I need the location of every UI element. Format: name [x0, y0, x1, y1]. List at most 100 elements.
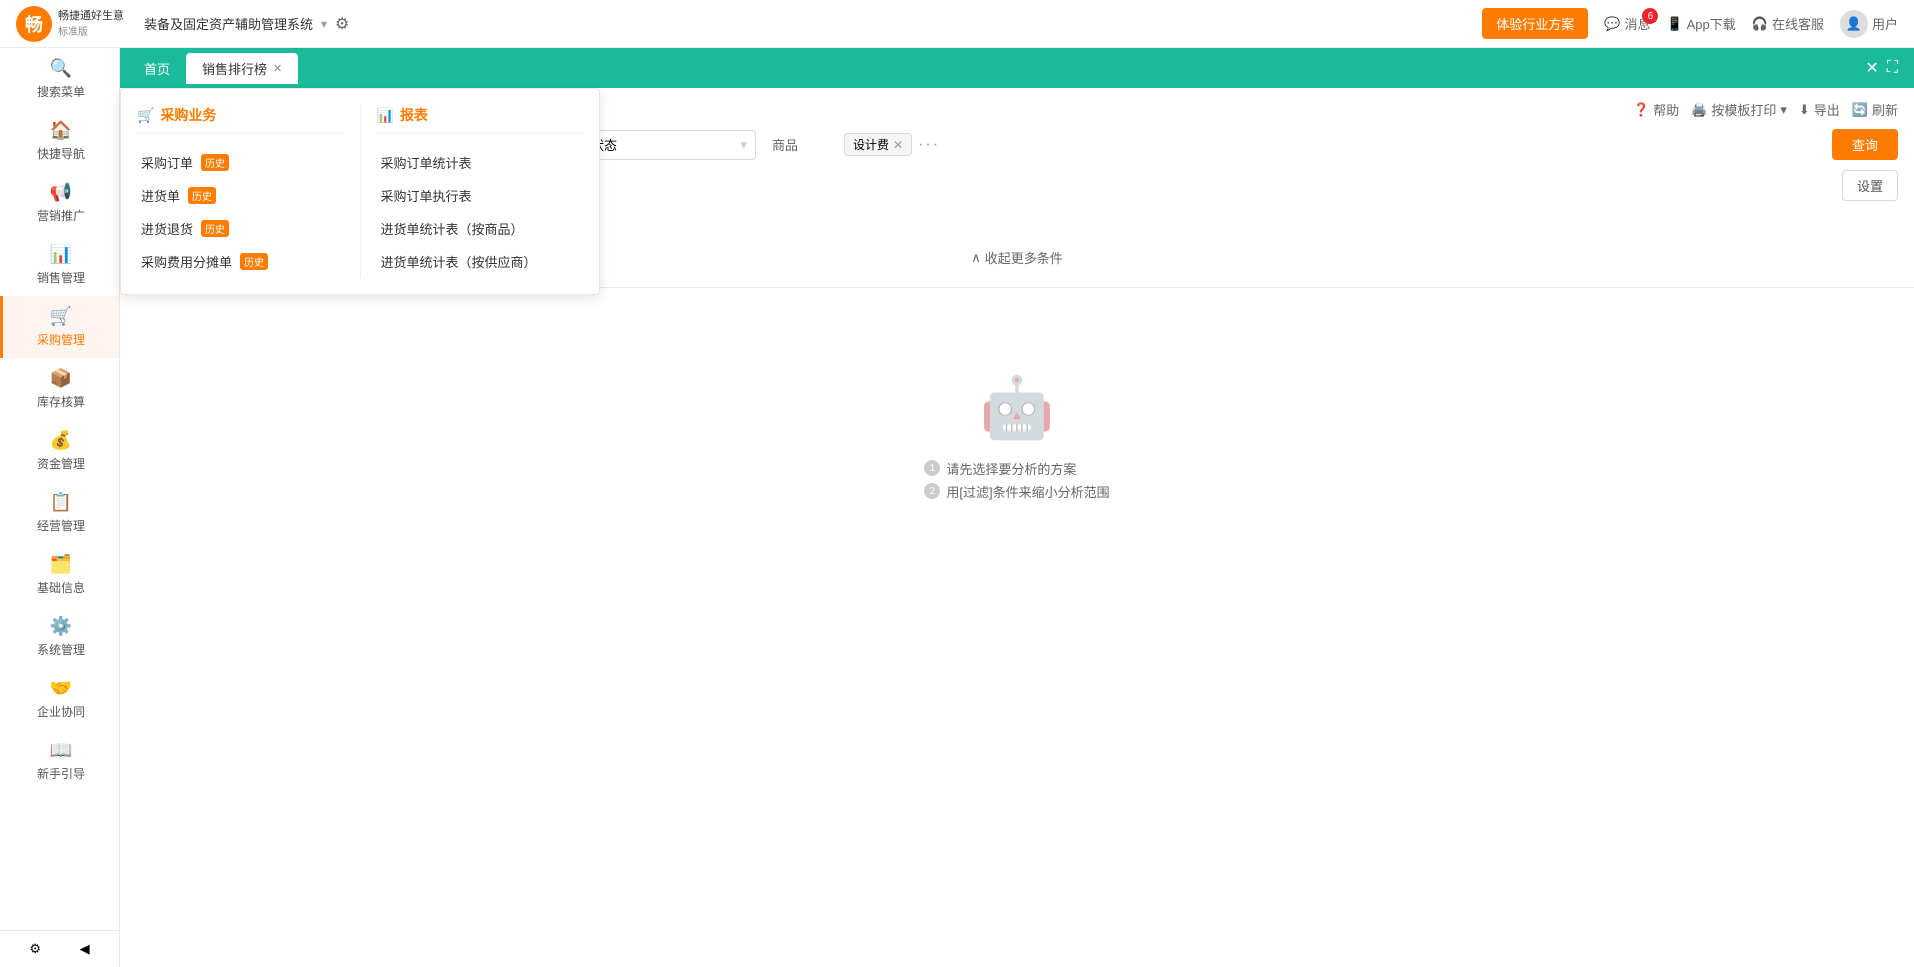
report-section: 📊 报表 采购订单统计表 采购订单执行表 进货单统计表（按商品） 进货单统计表（… [377, 105, 584, 278]
purchase-section-title: 🛒 采购业务 [137, 105, 344, 134]
system-settings-icon[interactable]: ⚙ [335, 14, 349, 34]
phone-icon: 📱 [1666, 16, 1682, 32]
app-download-label: App下载 [1687, 14, 1736, 33]
report-section-icon: 📊 [377, 107, 394, 124]
tab-sales-rank-label: 销售排行榜 [202, 59, 267, 78]
purchase-section-label: 采购业务 [160, 105, 216, 125]
expense-label: 采购费用分摊单 [141, 252, 232, 271]
sidebar-item-finance[interactable]: 💰 资金管理 [0, 420, 119, 482]
tab-sales-rank[interactable]: 销售排行榜 ✕ [186, 53, 298, 84]
topbar-system: 装备及固定资产辅助管理系统 ▾ ⚙ [144, 14, 1482, 34]
dropdown-item-order-exec[interactable]: 采购订单执行表 [377, 179, 584, 212]
sidebar-label-system: 系统管理 [37, 641, 85, 658]
purchase-section-icon: 🛒 [137, 107, 154, 124]
sidebar-item-quick-nav[interactable]: 🏠 快捷导航 [0, 110, 119, 172]
tab-close-icon[interactable]: ✕ [273, 62, 282, 75]
system-name: 装备及固定资产辅助管理系统 [144, 14, 313, 33]
sidebar-item-inventory[interactable]: 📦 库存核算 [0, 358, 119, 420]
sidebar-label-guide: 新手引导 [37, 765, 85, 782]
sidebar-label-quick-nav: 快捷导航 [37, 145, 85, 162]
logo-text-line2: 标准版 [58, 23, 124, 38]
goods-more-btn[interactable]: ··· [918, 136, 940, 154]
user-menu[interactable]: 👤 用户 [1840, 10, 1898, 38]
sidebar-item-search[interactable]: 🔍 搜索菜单 [0, 48, 119, 110]
topbar-actions: 体验行业方案 💬 消息 6 📱 App下载 🎧 在线客服 👤 用户 [1482, 8, 1898, 39]
help-label: 帮助 [1653, 100, 1679, 119]
export-icon: ⬇ [1799, 102, 1810, 118]
empty-illustration: 🤖 [980, 372, 1055, 443]
sidebar-label-sales: 销售管理 [37, 269, 85, 286]
app-download-button[interactable]: 📱 App下载 [1666, 14, 1735, 33]
tip-text-1: 请先选择要分析的方案 [946, 459, 1076, 478]
order-exec-label: 采购订单执行表 [381, 186, 472, 205]
purchase-dropdown-menu: 🛒 采购业务 采购订单 历史 进货单 历史 进货退货 历史 采购费用分摊单 历史… [120, 88, 600, 295]
dropdown-item-order-stats[interactable]: 采购订单统计表 [377, 146, 584, 179]
tip-num-1: 1 [924, 460, 940, 476]
refresh-button[interactable]: 🔄 刷新 [1852, 100, 1898, 119]
purchase-icon: 🛒 [50, 306, 72, 327]
sidebar-label-inventory: 库存核算 [37, 393, 85, 410]
inbound-by-goods-label: 进货单统计表（按商品） [381, 219, 524, 238]
sidebar-label-purchase: 采购管理 [37, 331, 85, 348]
purchase-section: 🛒 采购业务 采购订单 历史 进货单 历史 进货退货 历史 采购费用分摊单 历史 [137, 105, 344, 278]
sidebar-label-base-info: 基础信息 [37, 579, 85, 596]
sidebar-label-enterprise: 企业协同 [37, 703, 85, 720]
system-icon: ⚙️ [50, 616, 72, 637]
refresh-label: 刷新 [1872, 100, 1898, 119]
sidebar-item-purchase[interactable]: 🛒 采购管理 [0, 296, 119, 358]
tab-maximize-icon[interactable]: ⛶ [1887, 59, 1898, 77]
message-badge: 6 [1642, 8, 1658, 24]
order-stats-label: 采购订单统计表 [381, 153, 472, 172]
dropdown-item-expense[interactable]: 采购费用分摊单 历史 [137, 245, 344, 278]
tab-home[interactable]: 首页 [128, 53, 186, 84]
tab-close-window-icon[interactable]: ✕ [1865, 58, 1878, 78]
query-button[interactable]: 查询 [1832, 129, 1898, 160]
online-service-button[interactable]: 🎧 在线客服 [1752, 14, 1824, 33]
sidebar-item-system[interactable]: ⚙️ 系统管理 [0, 606, 119, 668]
inbound-by-supplier-label: 进货单统计表（按供应商） [381, 252, 537, 271]
sidebar-bottom: ⚙ ◀ [0, 930, 119, 967]
report-section-title: 📊 报表 [377, 105, 584, 134]
inbound-label: 进货单 [141, 186, 180, 205]
sidebar-item-operations[interactable]: 📋 经营管理 [0, 482, 119, 544]
sidebar-item-enterprise[interactable]: 🤝 企业协同 [0, 668, 119, 730]
print-button[interactable]: 🖨️ 按模板打印 ▾ [1691, 100, 1787, 119]
setting-button[interactable]: 设置 [1842, 170, 1898, 201]
dropdown-item-purchase-order[interactable]: 采购订单 历史 [137, 146, 344, 179]
inventory-icon: 📦 [50, 368, 72, 389]
empty-tip-1: 1 请先选择要分析的方案 [924, 459, 1109, 478]
dropdown-item-inbound-by-goods[interactable]: 进货单统计表（按商品） [377, 212, 584, 245]
tip-text-2: 用[过滤]条件来缩小分析范围 [946, 482, 1109, 501]
history-tag-2: 历史 [188, 187, 216, 204]
sidebar-label-finance: 资金管理 [37, 455, 85, 472]
avatar: 👤 [1840, 10, 1868, 38]
goods-tag-close[interactable]: ✕ [893, 138, 903, 152]
system-dropdown-chevron[interactable]: ▾ [321, 17, 327, 31]
enterprise-icon: 🤝 [50, 678, 72, 699]
online-service-label: 在线客服 [1772, 14, 1824, 33]
tab-controls: ✕ ⛶ [1857, 58, 1906, 78]
industry-button[interactable]: 体验行业方案 [1482, 8, 1588, 39]
base-info-icon: 🗂️ [50, 554, 72, 575]
sales-icon: 📊 [50, 244, 72, 265]
sidebar-settings-icon[interactable]: ⚙ [29, 941, 41, 957]
headset-icon: 🎧 [1752, 16, 1768, 32]
sidebar-item-base-info[interactable]: 🗂️ 基础信息 [0, 544, 119, 606]
sidebar-item-guide[interactable]: 📖 新手引导 [0, 730, 119, 792]
help-button[interactable]: ❓ 帮助 [1633, 100, 1679, 119]
sidebar-item-sales[interactable]: 📊 销售管理 [0, 234, 119, 296]
message-button[interactable]: 💬 消息 6 [1604, 14, 1650, 33]
logo-text-line1: 畅捷通好生意 [58, 9, 124, 23]
dropdown-item-inbound[interactable]: 进货单 历史 [137, 179, 344, 212]
sidebar-item-marketing[interactable]: 📢 营销推广 [0, 172, 119, 234]
dropdown-item-inbound-by-supplier[interactable]: 进货单统计表（按供应商） [377, 245, 584, 278]
toolbar-right: ❓ 帮助 🖨️ 按模板打印 ▾ ⬇ 导出 🔄 刷新 [1633, 100, 1898, 119]
collapse-arrow-icon: ∧ [971, 250, 981, 266]
dropdown-item-return[interactable]: 进货退货 历史 [137, 212, 344, 245]
empty-tip-2: 2 用[过滤]条件来缩小分析范围 [924, 482, 1109, 501]
export-button[interactable]: ⬇ 导出 [1799, 100, 1840, 119]
report-section-label: 报表 [400, 105, 428, 125]
sidebar-collapse-icon[interactable]: ◀ [80, 941, 90, 957]
print-chevron[interactable]: ▾ [1780, 102, 1787, 118]
tabbar: 首页 销售排行榜 ✕ ✕ ⛶ [120, 48, 1914, 88]
